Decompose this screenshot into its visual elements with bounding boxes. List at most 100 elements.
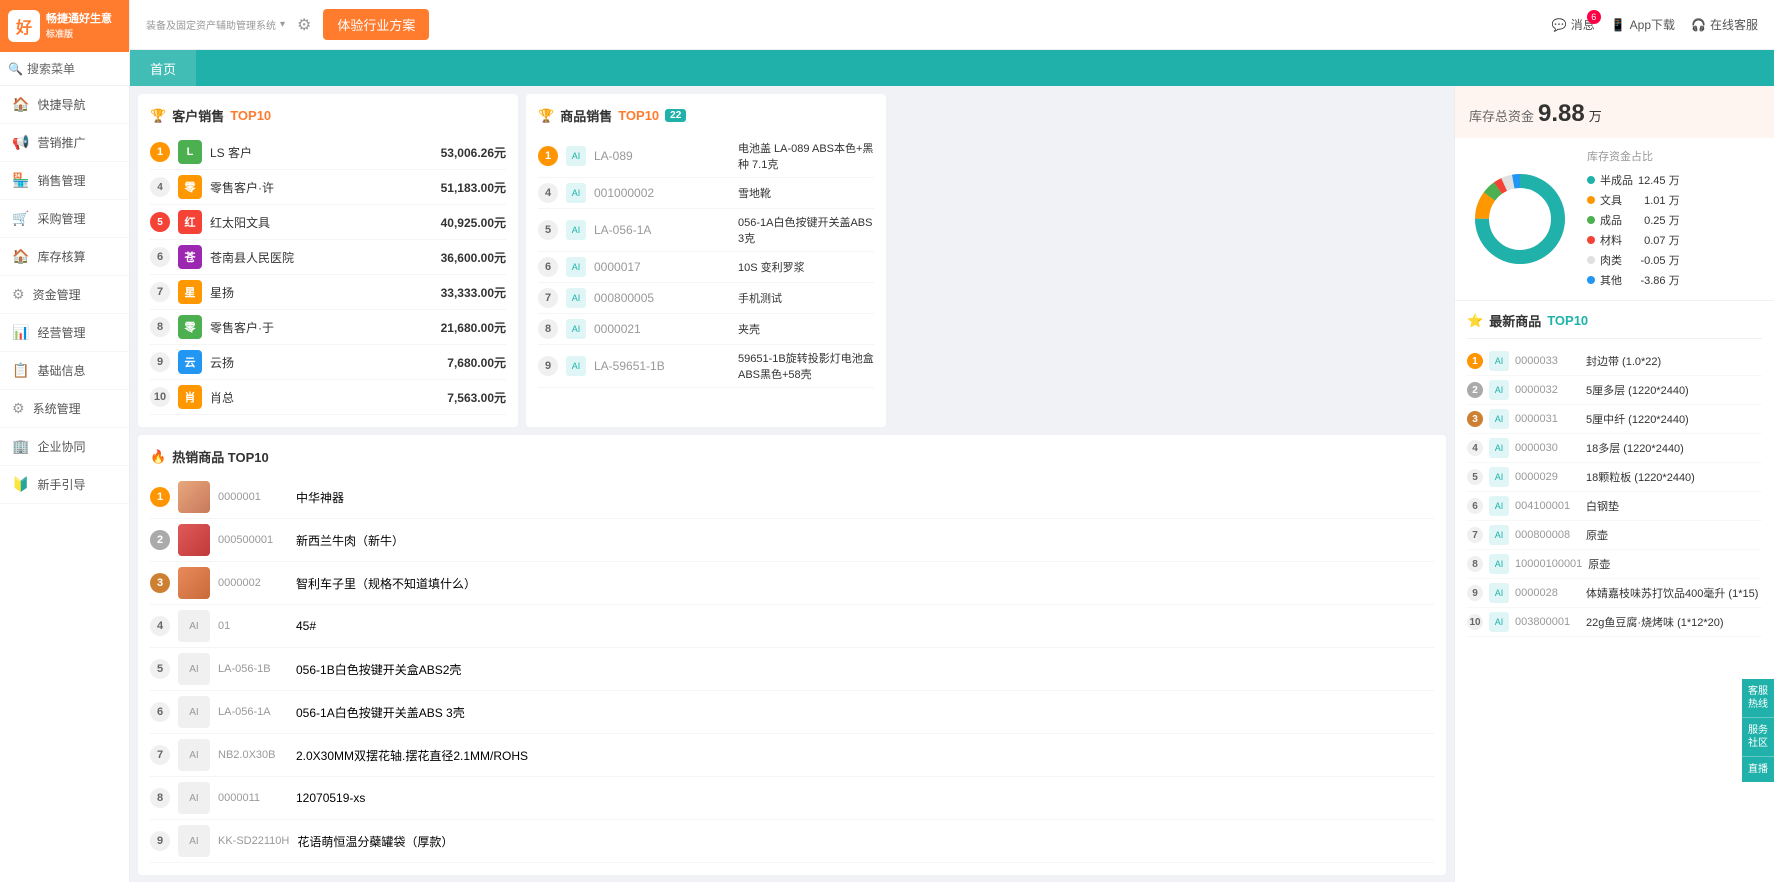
marketing-icon: 📢 [12,134,29,151]
sidebar-item-operations[interactable]: 📊 经营管理 [0,314,129,352]
product-code: 000800005 [594,291,730,305]
fire-icon: 🔥 [150,449,166,465]
basic-icon: 📋 [12,362,29,379]
system-selector[interactable]: 装备及固定资产辅助管理系统 ▾ [146,17,285,32]
legend-label: 文具 [1600,192,1639,208]
inventory-subtitle: 库存资金占比 [1587,148,1680,164]
trial-button[interactable]: 体验行业方案 [323,9,429,40]
legend-dot [1587,196,1595,204]
sidebar-item-inventory[interactable]: 🏠 库存核算 [0,238,129,276]
product-name: 056-1A白色按键开关盖ABS 3克 [738,214,874,246]
rank-num: 6 [538,257,558,277]
legend-label: 肉类 [1600,252,1635,268]
np-thumb: AI [1489,496,1509,516]
customer-avatar: 零 [178,315,202,339]
np-thumb: AI [1489,351,1509,371]
np-rank: 8 [1467,556,1483,572]
product-code: 001000002 [594,186,730,200]
tab-home-label: 首页 [150,59,176,78]
tab-home[interactable]: 首页 [130,50,196,86]
topbar: 装备及固定资产辅助管理系统 ▾ ⚙ 体验行业方案 💬 消息 6 📱 App下载 … [130,0,1774,50]
rank-num-3: 5 [150,212,170,232]
legend-label: 成品 [1600,212,1639,228]
rank-num: 8 [538,319,558,339]
np-rank: 7 [1467,527,1483,543]
sidebar-item-shortcut[interactable]: 🏠 快捷导航 [0,86,129,124]
customer-avatar: L [178,140,202,164]
hot-products-list: 1 0000001 中华神器 2 000500001 新西兰牛肉（新牛） [150,476,1434,863]
app-logo: 好 畅捷通好生意 标准版 [0,0,129,52]
np-code: 0000029 [1515,471,1580,483]
legend-item: 其他 -3.86 万 [1587,270,1680,290]
legend-dot [1587,256,1595,264]
online-support-label: 在线客服 [1710,16,1758,33]
sidebar-item-cooperation[interactable]: 🏢 企业协同 [0,428,129,466]
np-code: 0000031 [1515,413,1580,425]
np-code: 0000033 [1515,355,1580,367]
customer-value: 21,680.00元 [441,319,506,336]
float-btn-community[interactable]: 服务社区 [1742,718,1774,757]
sidebar-item-basic[interactable]: 📋 基础信息 [0,352,129,390]
np-code: 003800001 [1515,616,1580,628]
rank-num: 1 [150,487,170,507]
np-name: 5厘多层 (1220*2440) [1586,382,1762,398]
product-name: 花语萌恒温分蘗罐袋（厚款） [297,833,453,850]
np-rank: 2 [1467,382,1483,398]
inventory-label: 库存总资金 [1469,106,1534,125]
new-product-item: 2 AI 0000032 5厘多层 (1220*2440) [1467,376,1762,405]
rank-item: 6 苍 苍南县人民医院 36,600.00元 [150,240,506,275]
product-item: 8 AI 0000011 12070519-xs [150,777,1434,820]
product-item: 3 0000002 智利车子里（规格不知道填什么） [150,562,1434,605]
inventory-summary: 库存总资金 9.88 万 [1455,86,1774,138]
sidebar-item-finance[interactable]: ⚙ 资金管理 [0,276,129,314]
product-item: 9 AI KK-SD22110H 花语萌恒温分蘗罐袋（厚款） [150,820,1434,863]
customer-value: 7,563.00元 [447,389,506,406]
product-code: 01 [218,620,288,632]
float-btn-hotline[interactable]: 客服热线 [1742,679,1774,718]
sidebar-item-system[interactable]: ⚙ 系统管理 [0,390,129,428]
search-icon: 🔍 [8,62,23,76]
product-item: 4 AI 01 45# [150,605,1434,648]
sidebar-item-guide[interactable]: 🔰 新手引导 [0,466,129,504]
donut-section: 库存资金占比 半成品 12.45 万 文具 1.01 万 [1455,138,1774,300]
tabbar: 首页 [130,50,1774,86]
new-product-item: 1 AI 0000033 封边带 (1.0*22) [1467,347,1762,376]
rank-num: 6 [150,702,170,722]
sidebar-item-label: 企业协同 [37,438,85,455]
notification-badge: 6 [1587,10,1601,24]
legend-item: 文具 1.01 万 [1587,190,1680,210]
customer-avatar: 零 [178,175,202,199]
search-menu[interactable]: 🔍 搜索菜单 [0,52,129,86]
product-name: 中华神器 [296,489,344,506]
legend-dot [1587,216,1595,224]
app-download-button[interactable]: 📱 App下载 [1611,16,1675,33]
new-product-item: 8 AI 10000100001 原壶 [1467,550,1762,579]
hot-products-title: 🔥 热销商品 TOP10 [150,447,1434,466]
float-btn-live[interactable]: 直播 [1742,757,1774,782]
np-code: 004100001 [1515,500,1580,512]
legend-dot [1587,176,1595,184]
online-support-button[interactable]: 🎧 在线客服 [1691,16,1758,33]
rank-num: 7 [538,288,558,308]
customer-value: 51,183.00元 [441,179,506,196]
customer-name: 星扬 [210,284,433,301]
rank-num: 5 [150,659,170,679]
search-label: 搜索菜单 [27,60,75,77]
np-code: 000800008 [1515,529,1580,541]
notification-button[interactable]: 💬 消息 6 [1552,16,1595,33]
np-name: 22g鱼豆腐·烧烤味 (1*12*20) [1586,614,1762,630]
rank-item: 1 L LS 客户 53,006.26元 [150,135,506,170]
new-product-item: 7 AI 000800008 原壶 [1467,521,1762,550]
sidebar-item-sales[interactable]: 🏪 销售管理 [0,162,129,200]
product-code: 0000021 [594,322,730,336]
product-item: 2 000500001 新西兰牛肉（新牛） [150,519,1434,562]
sidebar-item-label: 营销推广 [37,134,85,151]
sidebar-item-marketing[interactable]: 📢 营销推广 [0,124,129,162]
rank-num-2: 4 [150,177,170,197]
sales-icon: 🏪 [12,172,29,189]
np-code: 0000028 [1515,587,1580,599]
rank-item: 1 AI LA-089 电池盖 LA-089 ABS本色+黑种 7.1克 [538,135,874,178]
settings-icon[interactable]: ⚙ [297,15,311,35]
np-name: 原壶 [1588,556,1762,572]
sidebar-item-purchase[interactable]: 🛒 采购管理 [0,200,129,238]
